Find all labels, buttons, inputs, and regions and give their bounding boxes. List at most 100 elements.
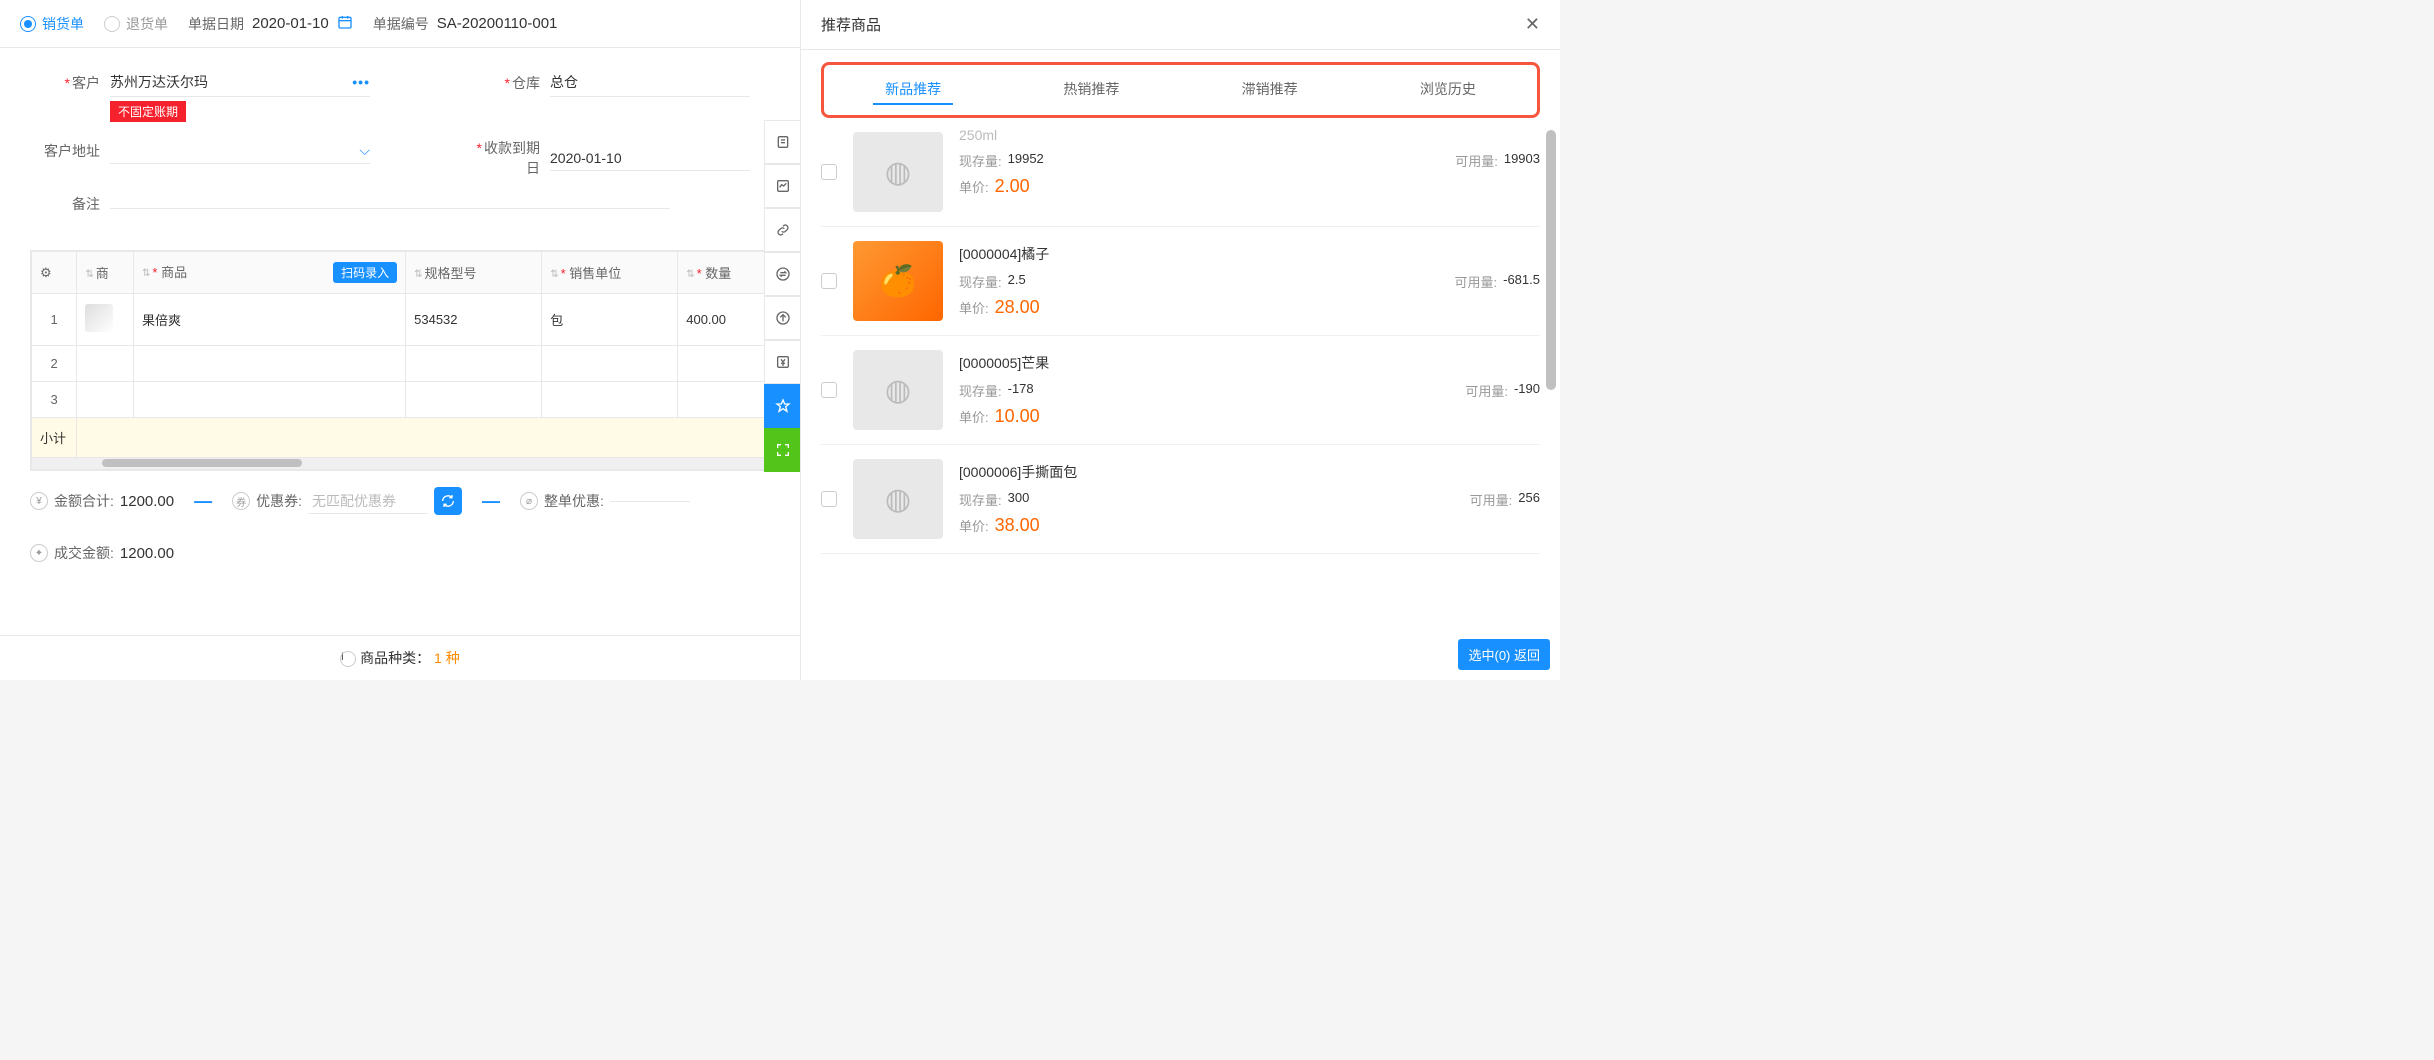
chevron-down-icon[interactable]: ⌵ bbox=[359, 142, 370, 159]
doc-number-label: 单据编号 bbox=[373, 14, 429, 34]
price-value: 28.00 bbox=[995, 297, 1040, 317]
avail-value: -190 bbox=[1514, 381, 1540, 400]
deal-value: 1200.00 bbox=[120, 545, 174, 562]
close-icon[interactable]: ✕ bbox=[1525, 14, 1540, 35]
row-product[interactable]: 果倍爽 bbox=[134, 294, 406, 346]
row-thumb bbox=[77, 294, 134, 346]
stock-value: 300 bbox=[1008, 490, 1030, 509]
stock-label: 现存量: bbox=[959, 381, 1002, 400]
discount-input[interactable] bbox=[610, 501, 690, 502]
table-row[interactable]: 1 果倍爽 534532 包 400.00 bbox=[32, 294, 769, 346]
tool-chart[interactable] bbox=[764, 164, 800, 208]
product-item: ◍ [0000005]芒果 现存量:-178 可用量:-190 单价:10.00 bbox=[821, 336, 1540, 445]
product-item: 🍊 [0000004]橘子 现存量:2.5 可用量:-681.5 单价:28.0… bbox=[821, 227, 1540, 336]
remark-input[interactable] bbox=[110, 200, 670, 209]
stock-label: 现存量: bbox=[959, 272, 1002, 291]
vertical-scrollbar[interactable] bbox=[1546, 130, 1556, 390]
product-item: ◍ [0000006]手撕面包 现存量:300 可用量:256 单价:38.00 bbox=[821, 445, 1540, 554]
col-thumbnail[interactable]: ⇅商 bbox=[77, 252, 134, 294]
product-list[interactable]: ◍ 250ml 现存量:19952 可用量:19903 单价:2.00 🍊 [0… bbox=[801, 118, 1560, 680]
product-checkbox[interactable] bbox=[821, 491, 837, 507]
col-unit[interactable]: ⇅* 销售单位 bbox=[542, 252, 678, 294]
order-tabs-bar: 销货单 退货单 单据日期 2020-01-10 单据编号 SA-20200110… bbox=[0, 0, 800, 48]
recommend-tabs: 新品推荐 热销推荐 滞销推荐 浏览历史 bbox=[821, 62, 1540, 118]
tab-new-recommend[interactable]: 新品推荐 bbox=[873, 75, 953, 105]
avail-value: -681.5 bbox=[1503, 272, 1540, 291]
selected-return-button[interactable]: 选中(0) 返回 bbox=[1458, 639, 1550, 670]
product-name: [0000005]芒果 bbox=[959, 353, 1540, 373]
discount-label: 整单优惠: bbox=[544, 491, 604, 511]
price-label: 单价: bbox=[959, 301, 989, 316]
avail-label: 可用量: bbox=[1455, 272, 1498, 291]
row-index: 3 bbox=[32, 382, 77, 418]
more-icon[interactable]: ••• bbox=[352, 74, 370, 90]
customer-label: *客户 bbox=[30, 73, 100, 93]
doc-number-field: 单据编号 SA-20200110-001 bbox=[373, 14, 558, 34]
warehouse-label: *仓库 bbox=[470, 73, 540, 93]
tab-return-order[interactable]: 退货单 bbox=[104, 14, 168, 34]
horizontal-scrollbar[interactable] bbox=[31, 458, 769, 470]
customer-tag: 不固定账期 bbox=[110, 101, 186, 122]
customer-input[interactable]: 苏州万达沃尔玛 ••• bbox=[110, 68, 370, 97]
tool-favorite[interactable] bbox=[764, 384, 800, 428]
radio-icon bbox=[20, 16, 36, 32]
product-image-placeholder: ◍ bbox=[853, 132, 943, 212]
gear-icon: ⚙ bbox=[40, 265, 52, 280]
product-image-orange: 🍊 bbox=[853, 241, 943, 321]
remark-label: 备注 bbox=[30, 194, 100, 214]
row-qty[interactable]: 400.00 bbox=[678, 294, 769, 346]
tool-link[interactable] bbox=[764, 208, 800, 252]
tool-expand[interactable] bbox=[764, 428, 800, 472]
address-label: 客户地址 bbox=[30, 141, 100, 161]
row-spec[interactable]: 534532 bbox=[406, 294, 542, 346]
product-name: 250ml bbox=[959, 127, 1540, 143]
tool-currency[interactable] bbox=[764, 340, 800, 384]
warehouse-value: 总仓 bbox=[550, 72, 578, 92]
stock-label: 现存量: bbox=[959, 151, 1002, 170]
tab-sales-order[interactable]: 销货单 bbox=[20, 14, 84, 34]
calendar-icon[interactable] bbox=[337, 14, 353, 33]
product-item: ◍ 250ml 现存量:19952 可用量:19903 单价:2.00 bbox=[821, 118, 1540, 227]
product-checkbox[interactable] bbox=[821, 164, 837, 180]
col-spec[interactable]: ⇅规格型号 bbox=[406, 252, 542, 294]
table-row[interactable]: 3 bbox=[32, 382, 769, 418]
tab-hot-recommend[interactable]: 热销推荐 bbox=[1051, 75, 1131, 105]
warehouse-input[interactable]: 总仓 bbox=[550, 68, 750, 97]
due-date-input[interactable]: 2020-01-10 bbox=[550, 146, 750, 171]
scan-input-button[interactable]: 扫码录入 bbox=[333, 262, 397, 283]
avail-label: 可用量: bbox=[1465, 381, 1508, 400]
product-checkbox[interactable] bbox=[821, 273, 837, 289]
doc-date-value[interactable]: 2020-01-10 bbox=[252, 15, 329, 32]
scroll-thumb[interactable] bbox=[102, 459, 302, 467]
doc-date-label: 单据日期 bbox=[188, 14, 244, 34]
gear-column[interactable]: ⚙ bbox=[32, 252, 77, 294]
product-image-placeholder: ◍ bbox=[853, 459, 943, 539]
tab-browse-history[interactable]: 浏览历史 bbox=[1408, 75, 1488, 105]
tool-receive[interactable] bbox=[764, 296, 800, 340]
tool-notes[interactable] bbox=[764, 120, 800, 164]
deal-label: 成交金额: bbox=[54, 543, 114, 563]
tool-exchange[interactable] bbox=[764, 252, 800, 296]
avail-value: 256 bbox=[1518, 490, 1540, 509]
stock-value: 19952 bbox=[1008, 151, 1044, 170]
col-product[interactable]: ⇅* 商品扫码录入 bbox=[134, 252, 406, 294]
tab-slow-recommend[interactable]: 滞销推荐 bbox=[1230, 75, 1310, 105]
address-input[interactable]: ⌵ bbox=[110, 138, 370, 164]
product-thumbnail-icon bbox=[85, 304, 113, 332]
product-checkbox[interactable] bbox=[821, 382, 837, 398]
price-label: 单价: bbox=[959, 410, 989, 425]
table-row[interactable]: 2 bbox=[32, 346, 769, 382]
coupon-input[interactable]: 无匹配优惠券 bbox=[308, 489, 428, 514]
recommend-header: 推荐商品 ✕ bbox=[801, 0, 1560, 50]
avail-value: 19903 bbox=[1504, 151, 1540, 170]
subtotal-row: 小计 bbox=[32, 418, 769, 458]
kind-label: 商品种类： bbox=[360, 650, 430, 666]
refresh-coupon-button[interactable] bbox=[434, 487, 462, 515]
items-table: ⚙ ⇅商 ⇅* 商品扫码录入 ⇅规格型号 ⇅* 销售单位 ⇅* 数量 1 果倍爽… bbox=[30, 250, 770, 471]
avail-label: 可用量: bbox=[1470, 490, 1513, 509]
row-unit[interactable]: 包 bbox=[542, 294, 678, 346]
coupon-icon: 券 bbox=[232, 492, 250, 510]
amount-value: 1200.00 bbox=[120, 493, 174, 510]
amount-total: ¥ 金额合计: 1200.00 bbox=[30, 491, 174, 511]
col-qty[interactable]: ⇅* 数量 bbox=[678, 252, 769, 294]
